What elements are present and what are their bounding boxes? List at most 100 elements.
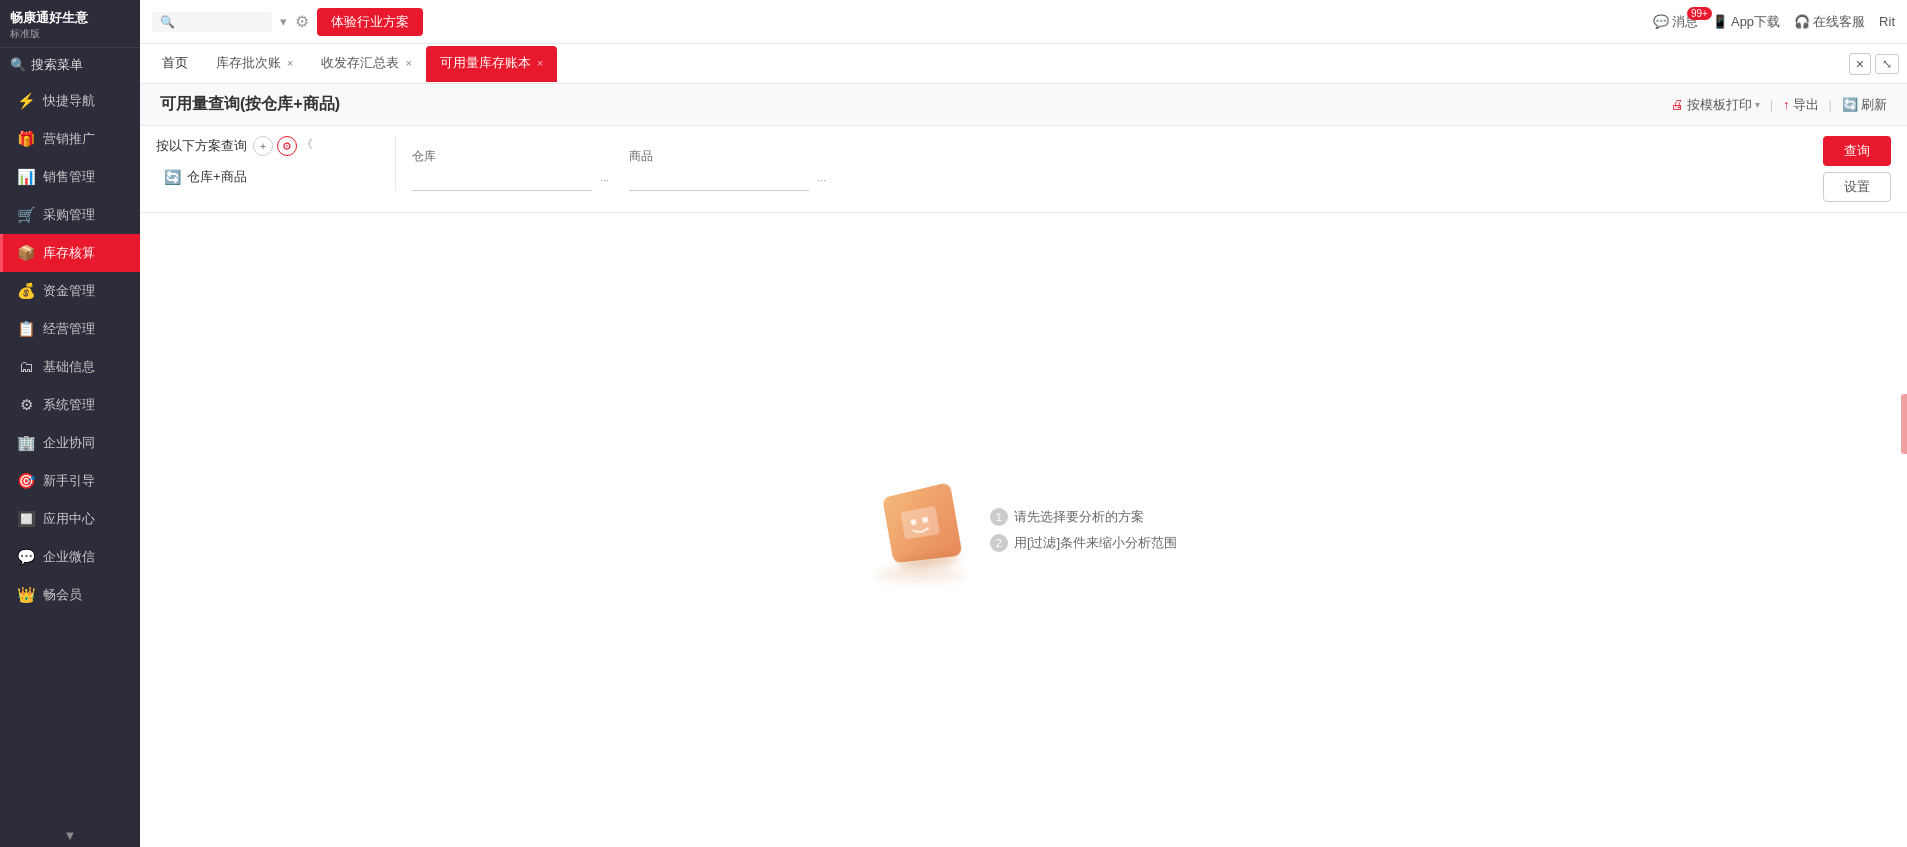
empty-icon (870, 480, 970, 580)
action-divider-2: | (1829, 97, 1832, 112)
product-more-button[interactable]: ··· (813, 172, 830, 188)
scheme-warehouse-icon: 🔄 (164, 169, 181, 185)
tabs-expand-button[interactable]: ⤡ (1875, 54, 1899, 74)
filter-actions: 查询 设置 (1823, 136, 1891, 202)
tabs-right-controls: × ⤡ (1849, 53, 1907, 75)
topbar-search-input[interactable] (179, 15, 259, 29)
sidebar-item-marketing[interactable]: 🎁 营销推广 (0, 120, 140, 158)
refresh-button[interactable]: 🔄 刷新 (1842, 96, 1887, 114)
tab-batch-ledger-label: 库存批次账 (216, 54, 281, 72)
sidebar-item-apps[interactable]: 🔲 应用中心 (0, 500, 140, 538)
topbar-chevron-icon[interactable]: ▾ (280, 14, 287, 29)
topbar-app-download[interactable]: 📱 App下载 (1712, 13, 1780, 31)
tab-available-ledger-label: 可用量库存账本 (440, 54, 531, 72)
sidebar-item-label: 企业微信 (43, 548, 95, 566)
svg-rect-0 (900, 506, 940, 540)
scheme-add-button[interactable]: + (253, 136, 273, 156)
scheme-warehouse-product[interactable]: 🔄 仓库+商品 (156, 164, 383, 190)
sidebar-item-business[interactable]: 📋 经营管理 (0, 310, 140, 348)
tab-available-ledger-close[interactable]: × (537, 57, 543, 69)
print-chevron-icon[interactable]: ▾ (1755, 99, 1760, 110)
warehouse-field-label: 仓库 (412, 148, 613, 165)
enterprise-icon: 🏢 (17, 434, 35, 452)
scheme-settings-button[interactable]: ⚙ (277, 136, 297, 156)
topbar-gear-icon[interactable]: ⚙ (295, 12, 309, 31)
print-button[interactable]: 🖨 按模板打印 ▾ (1671, 96, 1760, 114)
search-icon: 🔍 (160, 15, 175, 29)
scheme-warehouse-label: 仓库+商品 (187, 168, 247, 186)
sidebar-item-inventory[interactable]: 📦 库存核算 (0, 234, 140, 272)
sidebar-item-basic[interactable]: 🗂 基础信息 (0, 348, 140, 386)
refresh-icon: 🔄 (1842, 97, 1858, 112)
tab-available-ledger[interactable]: 可用量库存账本 × (426, 46, 557, 82)
user-name: Rit (1879, 14, 1895, 29)
member-icon: 👑 (17, 586, 35, 604)
page-title: 可用量查询(按仓库+商品) (160, 94, 340, 115)
sidebar-item-finance[interactable]: 💰 资金管理 (0, 272, 140, 310)
filter-area: 按以下方案查询 + ⚙ 《 🔄 仓库+商品 仓 (140, 126, 1907, 213)
sidebar-item-label: 系统管理 (43, 396, 95, 414)
filter-scheme-header: 按以下方案查询 + ⚙ 《 (156, 136, 383, 156)
sidebar-item-newbie[interactable]: 🎯 新手引导 (0, 462, 140, 500)
print-icon: 🖨 (1671, 97, 1684, 112)
print-label: 按模板打印 (1687, 96, 1752, 114)
tab-home[interactable]: 首页 (148, 46, 202, 82)
product-field-label: 商品 (629, 148, 830, 165)
topbar: 🔍 ▾ ⚙ 体验行业方案 💬 消息 99+ 📱 App下载 🎧 在 (140, 0, 1907, 44)
topbar-online-service[interactable]: 🎧 在线客服 (1794, 13, 1865, 31)
sidebar-item-label: 采购管理 (43, 206, 95, 224)
sidebar-scroll-down[interactable]: ▼ (0, 824, 140, 847)
sidebar-item-label: 应用中心 (43, 510, 95, 528)
purchase-icon: 🛒 (17, 206, 35, 224)
empty-tips: 1 请先选择要分析的方案 2 用[过滤]条件来缩小分析范围 (990, 508, 1177, 552)
settings-button[interactable]: 设置 (1823, 172, 1891, 202)
scheme-collapse-button[interactable]: 《 (301, 136, 313, 156)
tab-batch-ledger-close[interactable]: × (287, 57, 293, 69)
tab-receipt-summary[interactable]: 收发存汇总表 × (307, 46, 425, 82)
sidebar-item-enterprise[interactable]: 🏢 企业协同 (0, 424, 140, 462)
tab-receipt-summary-close[interactable]: × (405, 57, 411, 69)
export-label: 导出 (1793, 96, 1819, 114)
sidebar-item-sales[interactable]: 📊 销售管理 (0, 158, 140, 196)
product-input[interactable] (629, 169, 809, 191)
tab-receipt-summary-label: 收发存汇总表 (321, 54, 399, 72)
empty-tip-1: 1 请先选择要分析的方案 (990, 508, 1177, 526)
search-icon: 🔍 (10, 57, 26, 72)
topbar-search-box[interactable]: 🔍 (152, 12, 272, 32)
sidebar-item-label: 企业协同 (43, 434, 95, 452)
sidebar-logo-title: 畅康通好生意 (10, 10, 130, 27)
empty-state-content: 1 请先选择要分析的方案 2 用[过滤]条件来缩小分析范围 (870, 480, 1177, 580)
sidebar-nav: ⚡ 快捷导航 🎁 营销推广 📊 销售管理 🛒 采购管理 📦 库存核算 💰 (0, 82, 140, 824)
marketing-icon: 🎁 (17, 130, 35, 148)
sidebar-search[interactable]: 🔍 搜索菜单 (0, 48, 140, 82)
query-button[interactable]: 查询 (1823, 136, 1891, 166)
sidebar-item-system[interactable]: ⚙ 系统管理 (0, 386, 140, 424)
tip-number-1: 1 (990, 508, 1008, 526)
sidebar-item-wechat[interactable]: 💬 企业微信 (0, 538, 140, 576)
sidebar-item-label: 基础信息 (43, 358, 95, 376)
sidebar-item-member[interactable]: 👑 畅会员 (0, 576, 140, 614)
topbar-user[interactable]: Rit (1879, 14, 1895, 29)
empty-tip-2-text: 用[过滤]条件来缩小分析范围 (1014, 534, 1177, 552)
tabs-bar: 首页 库存批次账 × 收发存汇总表 × 可用量库存账本 × × ⤡ (140, 44, 1907, 84)
tabs-close-button[interactable]: × (1849, 53, 1871, 75)
content-area: 可用量查询(按仓库+商品) 🖨 按模板打印 ▾ | ↑ 导出 | 🔄 (140, 84, 1907, 847)
sidebar-item-quick-nav[interactable]: ⚡ 快捷导航 (0, 82, 140, 120)
filter-fields: 仓库 ··· 商品 ··· 查询 (396, 136, 1891, 202)
quick-nav-icon: ⚡ (17, 92, 35, 110)
page-header-actions: 🖨 按模板打印 ▾ | ↑ 导出 | 🔄 刷新 (1671, 96, 1887, 114)
main-area: 🔍 ▾ ⚙ 体验行业方案 💬 消息 99+ 📱 App下载 🎧 在 (140, 0, 1907, 847)
export-button[interactable]: ↑ 导出 (1783, 96, 1819, 114)
service-icon: 🎧 (1794, 14, 1810, 29)
export-icon: ↑ (1783, 97, 1790, 112)
topbar-message[interactable]: 💬 消息 99+ (1653, 13, 1698, 31)
sidebar-item-purchase[interactable]: 🛒 采购管理 (0, 196, 140, 234)
tab-batch-ledger[interactable]: 库存批次账 × (202, 46, 307, 82)
product-filter-field: 商品 ··· (629, 148, 830, 191)
industry-solution-button[interactable]: 体验行业方案 (317, 8, 423, 36)
sidebar-item-label: 经营管理 (43, 320, 95, 338)
page-header: 可用量查询(按仓库+商品) 🖨 按模板打印 ▾ | ↑ 导出 | 🔄 (140, 84, 1907, 126)
sidebar-logo-sub: 标准版 (10, 27, 130, 41)
warehouse-input[interactable] (412, 169, 592, 191)
warehouse-more-button[interactable]: ··· (596, 172, 613, 188)
